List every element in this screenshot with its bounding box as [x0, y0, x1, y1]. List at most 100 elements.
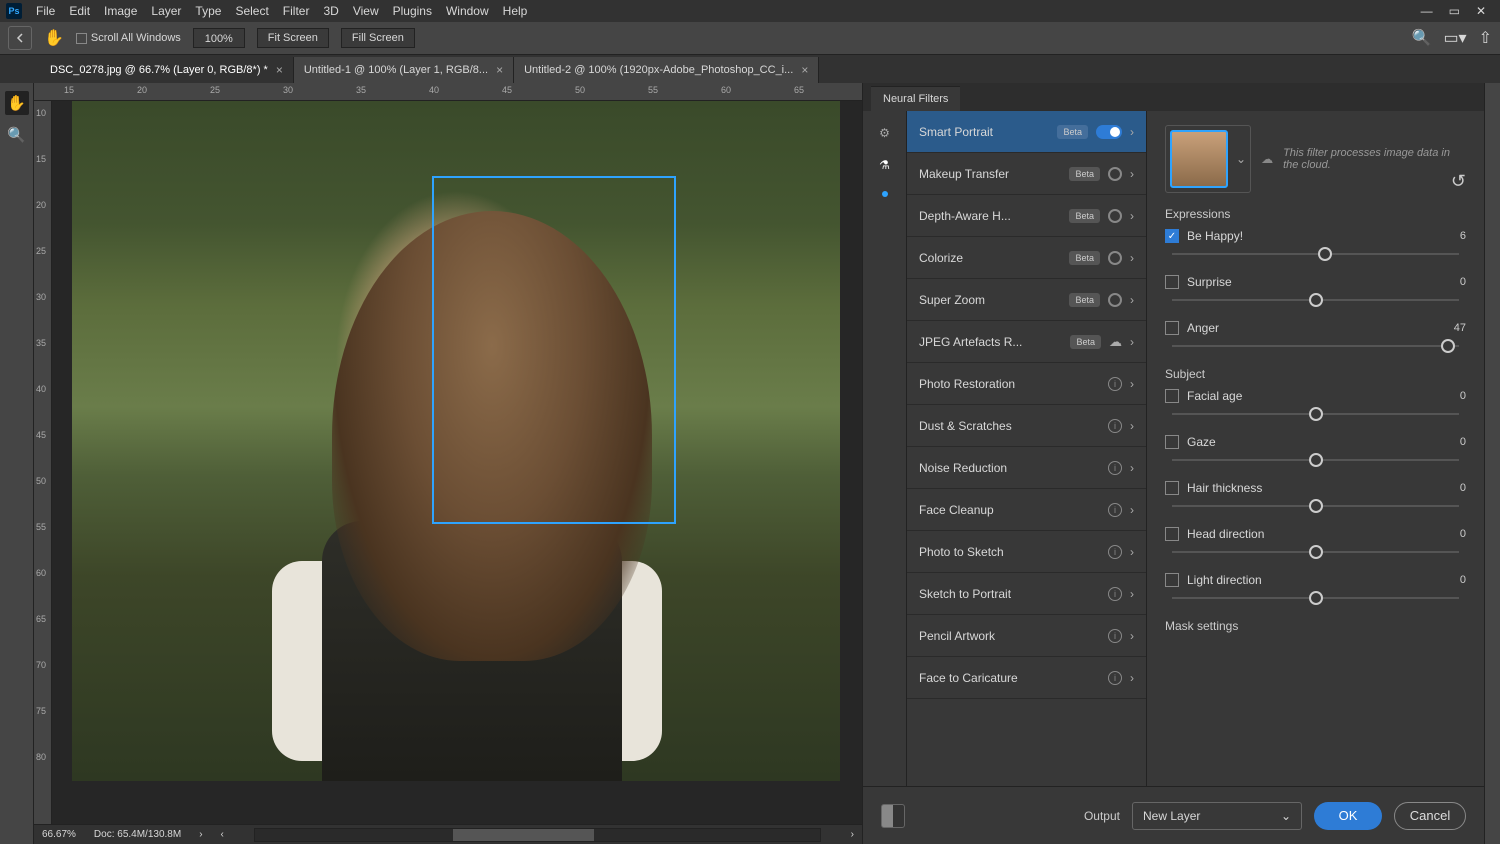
filter-name: Sketch to Portrait: [919, 587, 1100, 601]
back-button[interactable]: [8, 26, 32, 50]
menu-layer[interactable]: Layer: [151, 4, 181, 18]
menu-view[interactable]: View: [353, 4, 379, 18]
workspace-icon[interactable]: ▭▾: [1443, 28, 1466, 48]
close-icon[interactable]: ✕: [1476, 4, 1486, 18]
info-icon[interactable]: i: [1108, 629, 1122, 643]
ok-button[interactable]: OK: [1314, 802, 1382, 830]
output-select[interactable]: New Layer⌄: [1132, 802, 1302, 830]
toggle[interactable]: [1096, 125, 1122, 139]
slider-group: Anger47: [1165, 321, 1466, 353]
slider-value: 6: [1460, 230, 1466, 242]
info-icon[interactable]: i: [1108, 545, 1122, 559]
radio[interactable]: [1108, 209, 1122, 223]
slider[interactable]: [1165, 293, 1466, 307]
chevron-right-icon[interactable]: ›: [199, 829, 202, 840]
info-icon[interactable]: i: [1108, 671, 1122, 685]
filter-row[interactable]: Makeup TransferBeta›: [907, 153, 1146, 195]
slider-checkbox[interactable]: [1165, 527, 1179, 541]
share-icon[interactable]: ⇧: [1479, 28, 1492, 48]
canvas[interactable]: [52, 101, 862, 824]
filter-row[interactable]: Dust & Scratchesi›: [907, 405, 1146, 447]
zoom-input[interactable]: 100%: [193, 28, 245, 48]
filter-row[interactable]: Photo to Sketchi›: [907, 531, 1146, 573]
section-title: Mask settings: [1165, 619, 1466, 633]
filter-row[interactable]: Super ZoomBeta›: [907, 279, 1146, 321]
zoom-tool[interactable]: 🔍: [5, 123, 29, 147]
slider-value: 0: [1460, 276, 1466, 288]
sliders-icon[interactable]: ⚙: [875, 123, 895, 143]
menu-type[interactable]: Type: [195, 4, 221, 18]
menu-help[interactable]: Help: [503, 4, 528, 18]
menu-filter[interactable]: Filter: [283, 4, 310, 18]
slider[interactable]: [1165, 591, 1466, 605]
info-icon[interactable]: i: [1108, 503, 1122, 517]
filter-row[interactable]: Pencil Artworki›: [907, 615, 1146, 657]
info-icon[interactable]: i: [1108, 377, 1122, 391]
h-scrollbar[interactable]: [254, 828, 821, 842]
radio[interactable]: [1108, 167, 1122, 181]
slider-checkbox[interactable]: [1165, 229, 1179, 243]
filter-row[interactable]: Noise Reductioni›: [907, 447, 1146, 489]
flask-icon[interactable]: ⚗: [875, 155, 895, 175]
mask-icon[interactable]: [881, 804, 905, 828]
scroll-left-icon[interactable]: ‹: [221, 829, 224, 840]
slider-checkbox[interactable]: [1165, 573, 1179, 587]
filter-row[interactable]: Photo Restorationi›: [907, 363, 1146, 405]
face-thumbnail[interactable]: [1170, 130, 1228, 188]
info-icon[interactable]: i: [1108, 419, 1122, 433]
info-icon[interactable]: i: [1108, 587, 1122, 601]
menu-edit[interactable]: Edit: [69, 4, 90, 18]
slider[interactable]: [1165, 499, 1466, 513]
filter-row[interactable]: Sketch to Portraiti›: [907, 573, 1146, 615]
slider[interactable]: [1165, 247, 1466, 261]
menu-3d[interactable]: 3D: [323, 4, 338, 18]
hand-tool-icon[interactable]: ✋: [44, 28, 64, 48]
fit-screen-button[interactable]: Fit Screen: [257, 28, 329, 48]
slider[interactable]: [1165, 545, 1466, 559]
filter-row[interactable]: Face to Caricaturei›: [907, 657, 1146, 699]
menu-select[interactable]: Select: [235, 4, 268, 18]
filter-row[interactable]: Depth-Aware H...Beta›: [907, 195, 1146, 237]
document-tab[interactable]: DSC_0278.jpg @ 66.7% (Layer 0, RGB/8*) *…: [40, 57, 294, 83]
search-icon[interactable]: 🔍: [1412, 28, 1432, 48]
menu-file[interactable]: File: [36, 4, 55, 18]
cloud-download-icon[interactable]: ☁: [1109, 334, 1122, 350]
radio[interactable]: [1108, 293, 1122, 307]
slider[interactable]: [1165, 453, 1466, 467]
document-tab[interactable]: Untitled-2 @ 100% (1920px-Adobe_Photosho…: [514, 57, 819, 83]
cancel-button[interactable]: Cancel: [1394, 802, 1466, 830]
document-tab[interactable]: Untitled-1 @ 100% (Layer 1, RGB/8...×: [294, 57, 514, 83]
scroll-right-icon[interactable]: ›: [851, 829, 854, 840]
filter-row[interactable]: ColorizeBeta›: [907, 237, 1146, 279]
fill-screen-button[interactable]: Fill Screen: [341, 28, 415, 48]
reset-icon[interactable]: ↺: [1451, 171, 1466, 192]
slider[interactable]: [1165, 407, 1466, 421]
filter-row[interactable]: Face Cleanupi›: [907, 489, 1146, 531]
panel-title: Neural Filters: [871, 86, 960, 111]
close-tab-icon[interactable]: ×: [801, 63, 808, 77]
right-panel-strip[interactable]: [1484, 83, 1500, 844]
slider-checkbox[interactable]: [1165, 435, 1179, 449]
menu-image[interactable]: Image: [104, 4, 137, 18]
face-detection-box: [432, 176, 676, 524]
radio[interactable]: [1108, 251, 1122, 265]
slider[interactable]: [1165, 339, 1466, 353]
close-tab-icon[interactable]: ×: [496, 63, 503, 77]
close-tab-icon[interactable]: ×: [276, 63, 283, 77]
filter-list: Smart PortraitBeta›Makeup TransferBeta›D…: [907, 111, 1147, 786]
filter-row[interactable]: Smart PortraitBeta›: [907, 111, 1146, 153]
filter-row[interactable]: JPEG Artefacts R...Beta☁›: [907, 321, 1146, 363]
maximize-icon[interactable]: ▭: [1449, 4, 1460, 18]
menu-window[interactable]: Window: [446, 4, 489, 18]
info-icon[interactable]: i: [1108, 461, 1122, 475]
slider-label: Head direction: [1187, 527, 1452, 541]
minimize-icon[interactable]: —: [1421, 4, 1433, 18]
slider-checkbox[interactable]: [1165, 481, 1179, 495]
hand-tool[interactable]: ✋: [5, 91, 29, 115]
slider-checkbox[interactable]: [1165, 321, 1179, 335]
slider-checkbox[interactable]: [1165, 389, 1179, 403]
menu-plugins[interactable]: Plugins: [393, 4, 432, 18]
scroll-all-windows[interactable]: Scroll All Windows: [76, 32, 181, 44]
chevron-down-icon[interactable]: ⌄: [1236, 152, 1246, 166]
slider-checkbox[interactable]: [1165, 275, 1179, 289]
